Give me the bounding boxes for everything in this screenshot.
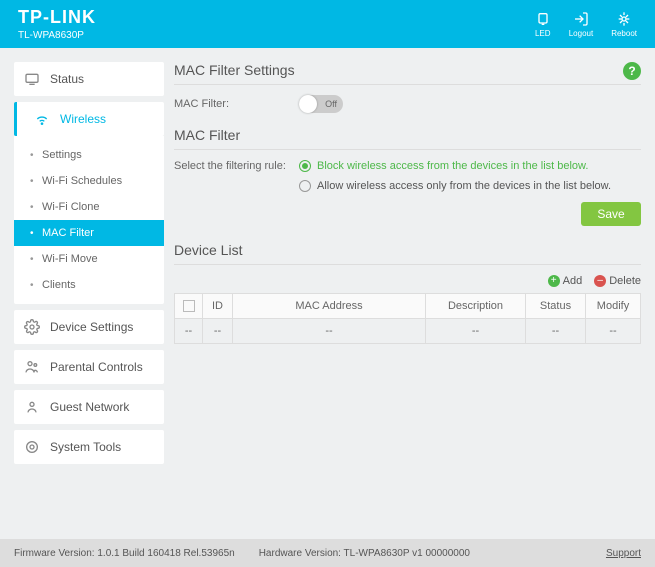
cell-status: --	[526, 319, 586, 344]
rule-block-radio[interactable]: Block wireless access from the devices i…	[299, 160, 611, 172]
device-list-section: Device List + Add – Delete ID MAC Addre	[174, 242, 641, 344]
logo: TP-LINK	[18, 7, 96, 28]
sub-settings[interactable]: Settings	[14, 142, 164, 168]
footer: Firmware Version: 1.0.1 Build 160418 Rel…	[0, 539, 655, 567]
nav-system-tools[interactable]: System Tools	[14, 430, 164, 464]
status-icon	[24, 71, 40, 87]
model: TL-WPA8630P	[18, 30, 96, 41]
add-icon: +	[548, 275, 560, 287]
main-content: ? MAC Filter Settings MAC Filter: Off MA…	[174, 62, 641, 464]
mac-filter-label: MAC Filter:	[174, 98, 299, 110]
led-icon	[535, 11, 551, 27]
nav-parental-controls[interactable]: Parental Controls	[14, 350, 164, 384]
select-all-checkbox[interactable]	[183, 300, 195, 312]
mac-filter-section: MAC Filter Select the filtering rule: Bl…	[174, 127, 641, 192]
delete-button[interactable]: – Delete	[594, 275, 641, 287]
divider	[174, 84, 641, 85]
save-button[interactable]: Save	[581, 202, 641, 226]
toggle-knob	[299, 95, 317, 113]
mac-filter-settings-section: MAC Filter Settings MAC Filter: Off	[174, 62, 641, 113]
section-title: Device List	[174, 242, 641, 258]
wireless-icon	[34, 111, 50, 127]
logout-button[interactable]: Logout	[569, 11, 593, 38]
parental-icon	[24, 359, 40, 375]
hardware-version: Hardware Version: TL-WPA8630P v1 0000000…	[259, 548, 470, 559]
sub-wifi-clone[interactable]: Wi-Fi Clone	[14, 194, 164, 220]
header-actions: LED Logout Reboot	[535, 11, 637, 38]
radio-icon	[299, 160, 311, 172]
rule-label: Select the filtering rule:	[174, 160, 299, 172]
table-row: -- -- -- -- -- --	[175, 319, 641, 344]
sidebar: Status Wireless Settings Wi-Fi Schedules…	[14, 62, 164, 464]
delete-icon: –	[594, 275, 606, 287]
logout-icon	[573, 11, 589, 27]
cell-mac: --	[233, 319, 426, 344]
section-title: MAC Filter Settings	[174, 62, 641, 78]
col-mac: MAC Address	[233, 294, 426, 319]
col-checkbox	[175, 294, 203, 319]
col-status: Status	[526, 294, 586, 319]
device-table: ID MAC Address Description Status Modify…	[174, 293, 641, 344]
divider	[174, 149, 641, 150]
active-bar	[14, 102, 17, 136]
tools-icon	[24, 439, 40, 455]
cell-modify: --	[586, 319, 641, 344]
mac-filter-toggle[interactable]: Off	[299, 95, 343, 113]
rule-allow-radio[interactable]: Allow wireless access only from the devi…	[299, 180, 611, 192]
brand: TP-LINK TL-WPA8630P	[18, 7, 96, 41]
toggle-text: Off	[325, 99, 337, 109]
support-link[interactable]: Support	[606, 548, 641, 559]
nav-status[interactable]: Status	[14, 62, 164, 96]
cell-checkbox: --	[175, 319, 203, 344]
help-button[interactable]: ?	[623, 62, 641, 80]
reboot-icon	[616, 11, 632, 27]
nav-wireless[interactable]: Wireless	[14, 102, 164, 136]
divider	[174, 264, 641, 265]
sub-wifi-schedules[interactable]: Wi-Fi Schedules	[14, 168, 164, 194]
sub-mac-filter[interactable]: MAC Filter	[14, 220, 164, 246]
device-settings-icon	[24, 319, 40, 335]
sub-wifi-move[interactable]: Wi-Fi Move	[14, 246, 164, 272]
col-modify: Modify	[586, 294, 641, 319]
reboot-button[interactable]: Reboot	[611, 11, 637, 38]
header: TP-LINK TL-WPA8630P LED Logout Reboot	[0, 0, 655, 48]
guest-icon	[24, 399, 40, 415]
led-button[interactable]: LED	[535, 11, 551, 38]
nav-device-settings[interactable]: Device Settings	[14, 310, 164, 344]
firmware-version: Firmware Version: 1.0.1 Build 160418 Rel…	[14, 548, 235, 559]
sub-clients[interactable]: Clients	[14, 272, 164, 298]
nav-guest-network[interactable]: Guest Network	[14, 390, 164, 424]
cell-id: --	[203, 319, 233, 344]
section-title: MAC Filter	[174, 127, 641, 143]
col-id: ID	[203, 294, 233, 319]
cell-desc: --	[426, 319, 526, 344]
col-desc: Description	[426, 294, 526, 319]
add-button[interactable]: + Add	[548, 275, 583, 287]
radio-icon	[299, 180, 311, 192]
wireless-submenu: Settings Wi-Fi Schedules Wi-Fi Clone MAC…	[14, 136, 164, 304]
